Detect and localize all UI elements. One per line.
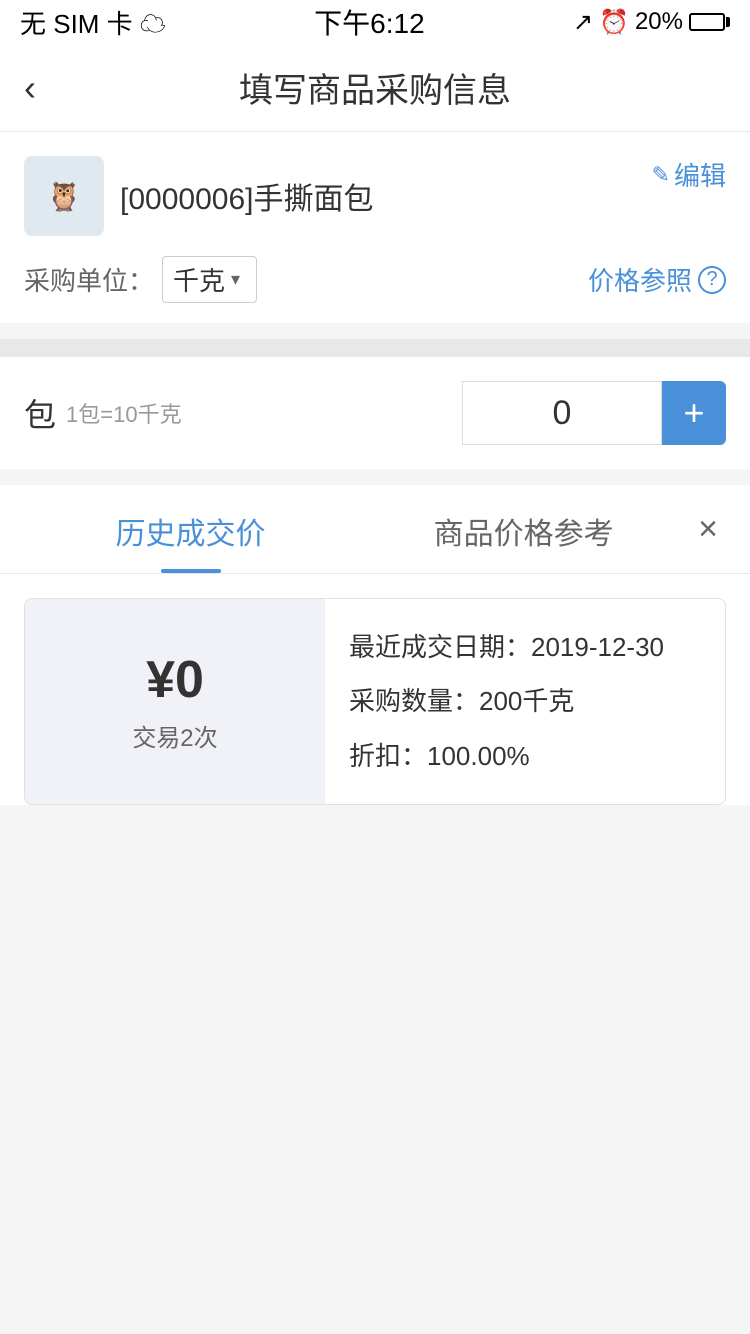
- tab-history-price[interactable]: 历史成交价: [24, 485, 357, 573]
- price-card: ¥0 交易2次 最近成交日期：2019-12-30 采购数量：200千克 折扣：…: [24, 598, 726, 805]
- info-icon: ?: [698, 266, 726, 294]
- battery-percent: 20%: [635, 8, 683, 36]
- section-divider: [0, 339, 750, 357]
- location-icon: ↗: [573, 8, 593, 37]
- recent-date-value: 2019-12-30: [531, 632, 664, 662]
- nav-bar: ‹ 填写商品采购信息: [0, 44, 750, 132]
- discount-value: 100.00%: [427, 741, 530, 771]
- quantity-section: 包 1包=10千克 0 +: [0, 357, 750, 469]
- quantity-conversion: 1包=10千克: [66, 397, 182, 429]
- empty-space: [0, 829, 750, 1329]
- status-bar: 无 SIM 卡 ☁ 下午6:12 ↗ ⏰ 20%: [0, 0, 750, 44]
- tab-price-reference[interactable]: 商品价格参考: [357, 485, 690, 573]
- price-card-right: 最近成交日期：2019-12-30 采购数量：200千克 折扣：100.00%: [325, 599, 725, 804]
- unit-select[interactable]: 千克 ▾: [162, 256, 257, 303]
- product-left: 🦉 [0000006]手撕面包: [24, 156, 373, 236]
- back-button[interactable]: ‹: [24, 67, 36, 109]
- tab-close-button[interactable]: ×: [690, 502, 726, 557]
- product-name: [0000006]手撕面包: [120, 174, 373, 218]
- battery-icon: [689, 13, 730, 31]
- status-right: ↗ ⏰ 20%: [573, 8, 730, 37]
- price-number: 0: [175, 651, 204, 709]
- price-value: ¥0: [146, 650, 204, 710]
- purchase-unit-label: 采购单位：: [24, 261, 154, 298]
- purchase-unit: 采购单位： 千克 ▾: [24, 256, 257, 303]
- status-time: 下午6:12: [314, 2, 425, 42]
- currency-symbol: ¥: [146, 651, 175, 709]
- edit-label: 编辑: [674, 156, 726, 193]
- quantity-row: 采购数量：200千克: [349, 683, 701, 719]
- page-title: 填写商品采购信息: [239, 63, 511, 112]
- quantity-detail-value: 200千克: [479, 686, 574, 716]
- sim-status: 无 SIM 卡 ☁: [20, 4, 166, 41]
- recent-date-label: 最近成交日期：: [349, 632, 531, 662]
- product-section: 🦉 [0000006]手撕面包 ✎ 编辑 采购单位： 千克 ▾ 价格参照 ?: [0, 132, 750, 323]
- quantity-unit: 包: [24, 390, 56, 436]
- edit-button[interactable]: ✎ 编辑: [652, 156, 726, 193]
- price-card-left: ¥0 交易2次: [25, 599, 325, 804]
- quantity-input[interactable]: 0: [462, 381, 662, 445]
- price-ref-label: 价格参照: [588, 261, 692, 298]
- price-reference-button[interactable]: 价格参照 ?: [588, 261, 726, 298]
- unit-value: 千克: [173, 261, 225, 298]
- tabs-container: 历史成交价 商品价格参考 × ¥0 交易2次 最近成交日期：2019-12-30…: [0, 485, 750, 805]
- chevron-down-icon: ▾: [231, 269, 240, 290]
- product-header: 🦉 [0000006]手撕面包 ✎ 编辑: [24, 156, 726, 236]
- tabs-header: 历史成交价 商品价格参考 ×: [0, 485, 750, 574]
- quantity-detail-label: 采购数量：: [349, 686, 479, 716]
- quantity-control: 0 +: [462, 381, 726, 445]
- recent-date-row: 最近成交日期：2019-12-30: [349, 629, 701, 665]
- thumbnail-icon: 🦉: [47, 180, 82, 213]
- transaction-count: 交易2次: [132, 718, 217, 753]
- status-left: 无 SIM 卡 ☁: [20, 4, 166, 41]
- product-thumbnail: 🦉: [24, 156, 104, 236]
- edit-icon: ✎: [652, 162, 670, 188]
- discount-row: 折扣：100.00%: [349, 738, 701, 774]
- product-row: 采购单位： 千克 ▾ 价格参照 ?: [24, 256, 726, 303]
- quantity-label: 包 1包=10千克: [24, 390, 182, 436]
- discount-label: 折扣：: [349, 741, 427, 771]
- alarm-icon: ⏰: [599, 8, 629, 37]
- quantity-plus-button[interactable]: +: [662, 381, 726, 445]
